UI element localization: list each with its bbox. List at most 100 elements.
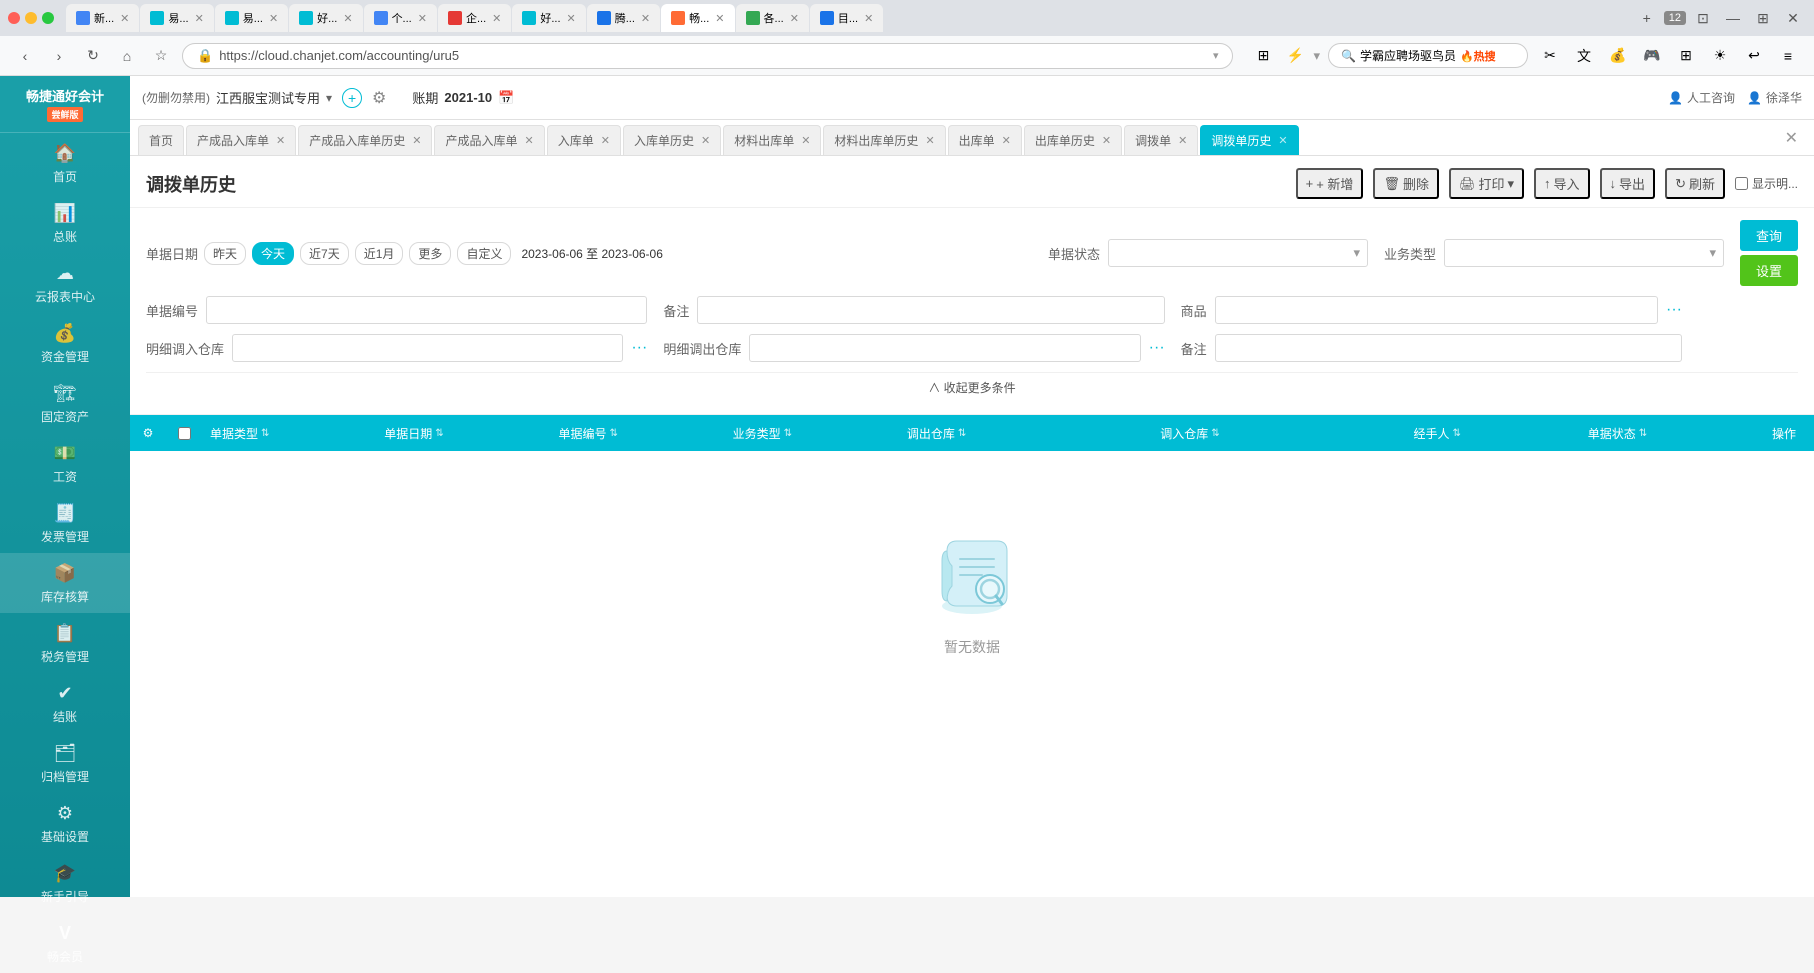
browser-tab-close-8[interactable]: ✕ [715, 12, 724, 25]
page-tab-close-8[interactable]: ✕ [1102, 134, 1111, 147]
browser-tab-close-7[interactable]: ✕ [641, 12, 650, 25]
window-maximize[interactable] [42, 12, 54, 24]
sidebar-item-payroll[interactable]: 💵 工资 [0, 433, 130, 493]
extensions-button[interactable]: ⊞ [1249, 42, 1277, 70]
date-chip-custom[interactable]: 自定义 [457, 242, 511, 265]
restore-window[interactable]: ⊡ [1690, 5, 1716, 31]
page-tab-4[interactable]: 入库单历史 ✕ [623, 125, 721, 155]
browser-tab-close-1[interactable]: ✕ [195, 12, 204, 25]
browser-search-bar[interactable]: 🔍 学霸应聘场驱鸟员 🔥热搜 [1328, 43, 1528, 68]
window-minimize[interactable] [25, 12, 37, 24]
browser-tab-0[interactable]: 新... ✕ [66, 4, 139, 32]
th-type[interactable]: 单据类型 ⇅ [202, 425, 376, 442]
page-tab-close-3[interactable]: ✕ [601, 134, 610, 147]
status-select[interactable] [1108, 239, 1368, 267]
page-tab-close-6[interactable]: ✕ [925, 134, 934, 147]
date-chip-7days[interactable]: 近7天 [300, 242, 349, 265]
date-chip-today[interactable]: 今天 [252, 242, 294, 265]
date-chip-more[interactable]: 更多 [409, 242, 451, 265]
browser-tab-close-10[interactable]: ✕ [864, 12, 873, 25]
goods-more-button[interactable]: ··· [1666, 301, 1682, 319]
translate-button[interactable]: 文 [1570, 42, 1598, 70]
sidebar-item-invoice[interactable]: 🧾 发票管理 [0, 493, 130, 553]
sidebar-item-guide[interactable]: 🎓 新手引导 [0, 853, 130, 913]
brightness-button[interactable]: ☀ [1706, 42, 1734, 70]
browser-tab-7[interactable]: 腾... ✕ [587, 4, 660, 32]
dropdown-arrow[interactable]: ▾ [1313, 48, 1320, 64]
remark-input[interactable] [697, 296, 1164, 324]
browser-tab-3[interactable]: 好... ✕ [289, 4, 362, 32]
sidebar-item-member[interactable]: V 畅会员 [0, 913, 130, 973]
browser-tab-10[interactable]: 目... ✕ [810, 4, 883, 32]
show-full-checkbox[interactable] [1735, 177, 1748, 190]
sidebar-item-archive[interactable]: 🗂 归档管理 [0, 733, 130, 793]
page-tab-close-0[interactable]: ✕ [276, 134, 285, 147]
th-checkbox[interactable] [166, 427, 202, 440]
refresh-button[interactable]: ↻ [80, 43, 106, 69]
bookmark-button[interactable]: ☆ [148, 43, 174, 69]
doc-no-input[interactable] [206, 296, 647, 324]
th-in[interactable]: 调入仓库 ⇅ [1152, 425, 1405, 442]
page-tab-close-5[interactable]: ✕ [801, 134, 810, 147]
browser-tab-close-5[interactable]: ✕ [492, 12, 501, 25]
page-tab-0[interactable]: 产成品入库单 ✕ [186, 125, 296, 155]
page-tab-close-7[interactable]: ✕ [1002, 134, 1011, 147]
page-tab-7[interactable]: 出库单 ✕ [948, 125, 1022, 155]
service-button[interactable]: 👤 人工咨询 [1668, 89, 1735, 106]
th-biz[interactable]: 业务类型 ⇅ [725, 425, 899, 442]
home-button[interactable]: ⌂ [114, 43, 140, 69]
browser-tab-2[interactable]: 易... ✕ [215, 4, 288, 32]
new-record-button[interactable]: + + 新增 [1296, 168, 1364, 199]
sidebar-item-assets[interactable]: 🏗 固定资产 [0, 373, 130, 433]
page-tab-10[interactable]: 调拨单历史 ✕ [1200, 125, 1298, 155]
browser-tab-close-0[interactable]: ✕ [120, 12, 129, 25]
settings-button[interactable]: 设置 [1740, 255, 1798, 286]
th-settings[interactable]: ⚙ [130, 426, 166, 440]
add-company-button[interactable]: + [342, 88, 362, 108]
th-out[interactable]: 调出仓库 ⇅ [899, 425, 1152, 442]
browser-tab-close-6[interactable]: ✕ [567, 12, 576, 25]
page-tab-close-2[interactable]: ✕ [525, 134, 534, 147]
show-full-label[interactable]: 显示明... [1735, 175, 1798, 192]
th-status[interactable]: 单据状态 ⇅ [1580, 425, 1754, 442]
browser-tab-8[interactable]: 畅... ✕ [661, 4, 734, 32]
browser-tab-close-4[interactable]: ✕ [418, 12, 427, 25]
date-chip-1month[interactable]: 近1月 [355, 242, 404, 265]
menu-button[interactable]: ≡ [1774, 42, 1802, 70]
browser-tab-9[interactable]: 各... ✕ [736, 4, 809, 32]
goods-input[interactable] [1215, 296, 1658, 324]
browser-tab-1[interactable]: 易... ✕ [140, 4, 213, 32]
calendar-icon[interactable]: 📅 [498, 90, 514, 106]
sidebar-item-reports[interactable]: ☁ 云报表中心 [0, 253, 130, 313]
delete-button[interactable]: 🗑 删除 [1373, 168, 1439, 199]
company-selector[interactable]: (勿删勿禁用) 江西服宝测试专用 ▾ [142, 88, 332, 107]
refresh-page-button[interactable]: ↻ 刷新 [1665, 168, 1725, 199]
page-tab-close-4[interactable]: ✕ [701, 134, 710, 147]
select-all-checkbox[interactable] [178, 427, 191, 440]
detail-in-more-button[interactable]: ··· [631, 339, 647, 357]
company-settings-button[interactable]: ⚙ [372, 88, 386, 108]
undo-button[interactable]: ↩ [1740, 42, 1768, 70]
th-person[interactable]: 经手人 ⇅ [1406, 425, 1580, 442]
user-info[interactable]: 👤 徐泽华 [1747, 89, 1802, 106]
detail-in-input[interactable] [232, 334, 623, 362]
wallet-button[interactable]: 💰 [1604, 42, 1632, 70]
page-tab-9[interactable]: 调拨单 ✕ [1124, 125, 1198, 155]
sidebar-item-close[interactable]: ✔ 结账 [0, 673, 130, 733]
biz-type-select[interactable] [1444, 239, 1724, 267]
page-tab-home[interactable]: 首页 [138, 125, 184, 155]
page-tab-close-1[interactable]: ✕ [412, 134, 421, 147]
forward-button[interactable]: › [46, 43, 72, 69]
close-window[interactable]: — [1720, 5, 1746, 31]
url-bar[interactable]: 🔒 https://cloud.chanjet.com/accounting/u… [182, 43, 1233, 69]
page-tab-2[interactable]: 产成品入库单 ✕ [434, 125, 544, 155]
page-tab-8[interactable]: 出库单历史 ✕ [1024, 125, 1122, 155]
browser-tab-5[interactable]: 企... ✕ [438, 4, 511, 32]
back-button[interactable]: ‹ [12, 43, 38, 69]
collapse-bar[interactable]: ∧ 收起更多条件 [146, 372, 1798, 402]
page-tab-1[interactable]: 产成品入库单历史 ✕ [298, 125, 432, 155]
new-tab-button[interactable]: + [1634, 5, 1660, 31]
browser-tab-close-3[interactable]: ✕ [343, 12, 352, 25]
th-date[interactable]: 单据日期 ⇅ [376, 425, 550, 442]
game-button[interactable]: 🎮 [1638, 42, 1666, 70]
